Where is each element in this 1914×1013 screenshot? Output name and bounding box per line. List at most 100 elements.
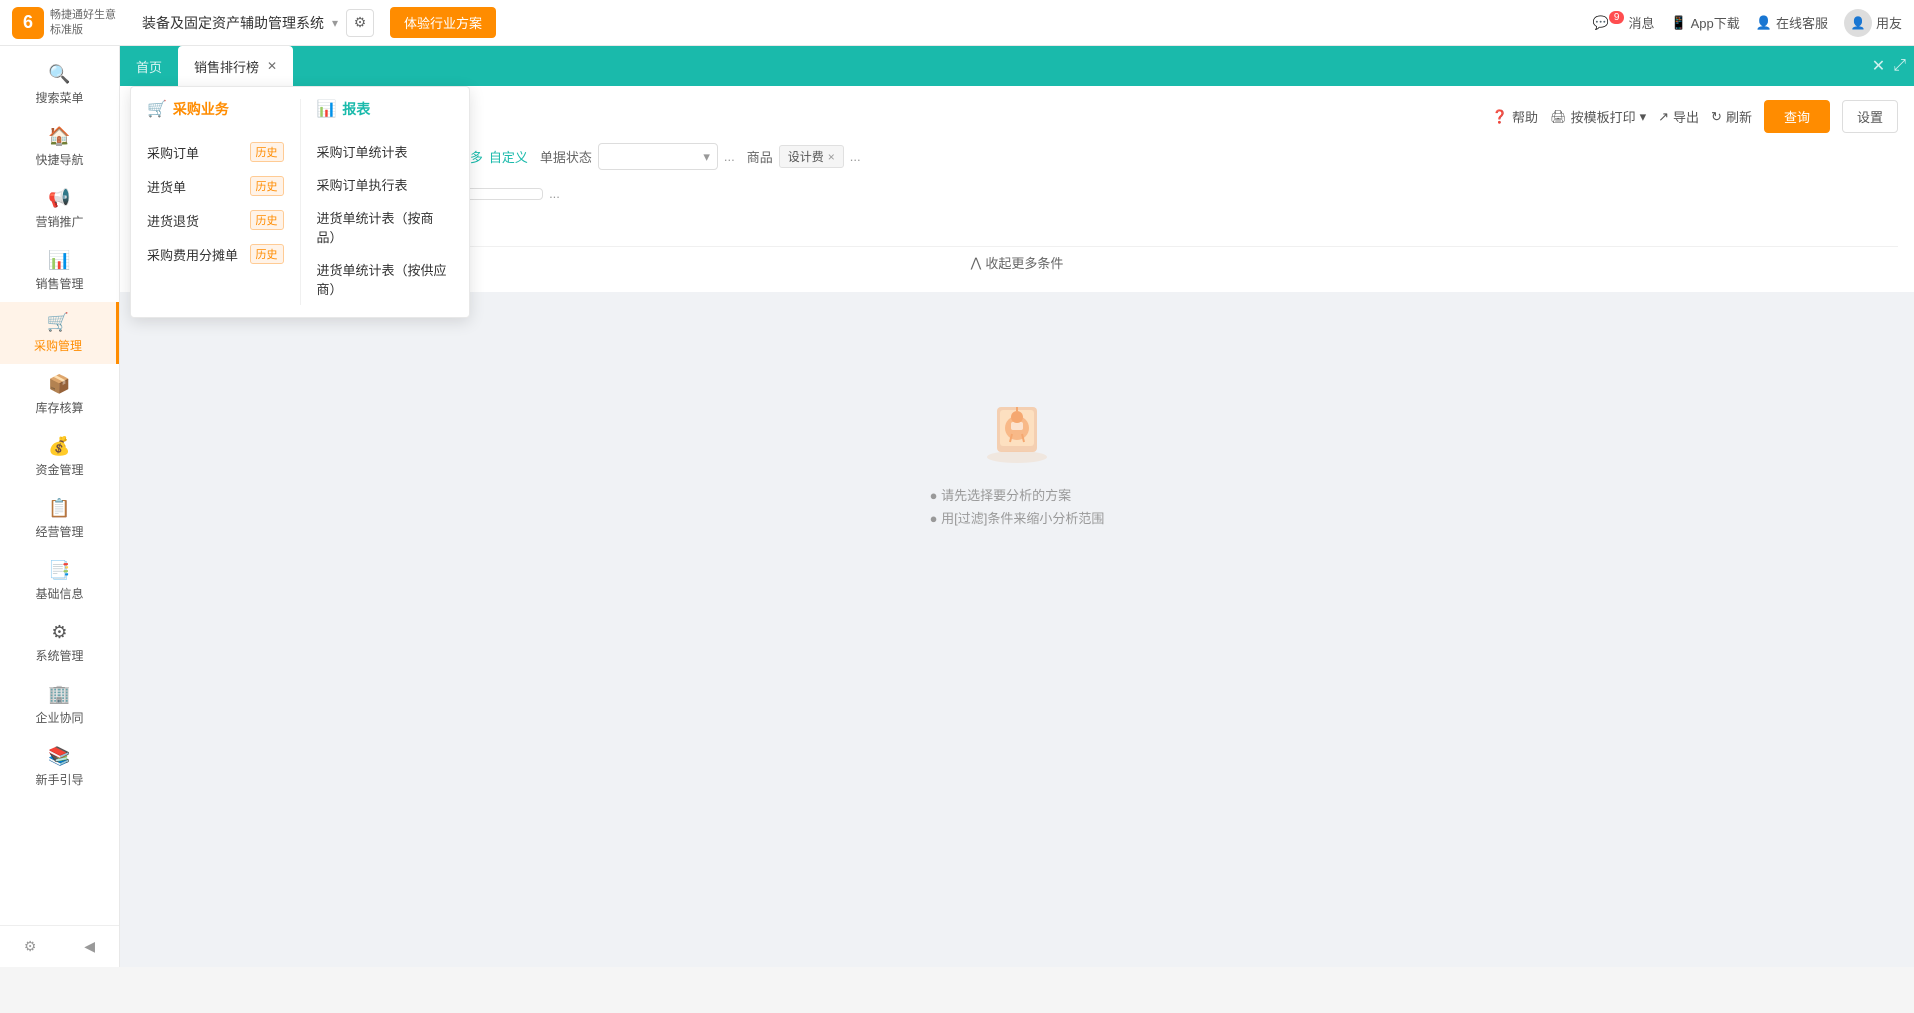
report-col-title: 📊 报表 [317,99,454,125]
sidebar-settings-btn[interactable]: ⚙ [24,938,37,955]
sidebar-label-guide: 新手引导 [35,771,83,788]
logo-icon: 6 [12,7,44,39]
query-btn[interactable]: 查询 [1764,100,1830,133]
sidebar-item-purchase[interactable]: 🛒 采购管理 [0,302,119,364]
sidebar-collapse-btn[interactable]: ◀ [84,938,95,955]
message-btn[interactable]: 💬 9 消息 [1593,13,1655,32]
goods-more[interactable]: ... [850,149,861,164]
inventory-icon: 📦 [48,374,70,395]
date-custom[interactable]: 自定义 [489,147,528,166]
help-btn[interactable]: ❓ 帮助 [1492,107,1538,126]
dropdown-item-purchase-order[interactable]: 采购订单 历史 [147,135,284,169]
tab-bar-right: ✕ ⤢ [1872,56,1914,76]
goods-tag-close[interactable]: × [828,150,835,164]
settings-btn[interactable]: 设置 [1842,100,1898,133]
phone-icon: 📱 [1670,15,1686,31]
dropdown-item-receipt-stat-goods[interactable]: 进货单统计表（按商品） [317,201,454,253]
refresh-btn[interactable]: ↻ 刷新 [1711,107,1752,126]
baseinfo-icon: 📑 [48,560,70,581]
sidebar-item-inventory[interactable]: 📦 库存核算 [0,364,119,426]
sidebar-item-baseinfo[interactable]: 📑 基础信息 [0,550,119,612]
tab-close-btn[interactable]: ✕ [267,59,277,73]
purchase-col-title: 🛒 采购业务 [147,99,284,125]
guide-icon: 📚 [48,746,70,767]
dropdown-item-po-stat[interactable]: 采购订单统计表 [317,135,454,168]
sidebar-label-sales: 销售管理 [35,275,83,292]
user-btn[interactable]: 👤 用友 [1844,9,1902,37]
operations-icon: 📋 [48,498,70,519]
empty-tips: 请先选择要分析的方案 用[过滤]条件来缩小分析范围 [930,484,1105,531]
empty-illustration [967,372,1067,472]
sidebar-item-guide[interactable]: 📚 新手引导 [0,736,119,798]
sidebar-label-quicknav: 快捷导航 [35,151,83,168]
voucher-status-select[interactable] [598,143,718,170]
purchase-col-icon: 🛒 [147,99,167,119]
history-badge-expense: 历史 [250,244,284,264]
logo-text: 畅捷通好生意 标准版 [50,8,116,37]
tab-bar: 首页 销售排行榜 ✕ ✕ ⤢ [120,46,1914,86]
voucher-status-more[interactable]: ... [724,149,735,164]
history-badge-receipt: 历史 [250,176,284,196]
message-icon: 💬 [1593,15,1609,31]
sidebar-label-finance: 资金管理 [35,461,83,478]
user-avatar: 👤 [1844,9,1872,37]
tab-close-all-btn[interactable]: ✕ [1872,56,1885,76]
sidebar-label-baseinfo: 基础信息 [35,585,83,602]
marketing-icon: 📢 [48,188,70,209]
search-icon: 🔍 [48,64,70,85]
tab-sales-rank[interactable]: 销售排行榜 ✕ [178,46,293,86]
dropdown-item-po-exec[interactable]: 采购订单执行表 [317,168,454,201]
collapse-up-icon: ⋀ [971,255,982,271]
sidebar-label-inventory: 库存核算 [35,399,83,416]
purchase-icon: 🛒 [47,312,69,333]
dropdown-item-purchase-expense[interactable]: 采购费用分摊单 历史 [147,237,284,271]
top-header: 6 畅捷通好生意 标准版 装备及固定资产辅助管理系统 ▾ ⚙ 体验行业方案 💬 … [0,0,1914,46]
purchase-col: 🛒 采购业务 采购订单 历史 进货单 历史 进货退货 历史 采购费用分摊单 历史 [131,99,300,305]
tab-home[interactable]: 首页 [120,46,178,86]
report-col: 📊 报表 采购订单统计表 采购订单执行表 进货单统计表（按商品） 进货单统计表（… [300,99,470,305]
tab-expand-btn[interactable]: ⤢ [1893,57,1906,75]
sidebar-label-search: 搜索菜单 [35,89,83,106]
sidebar-item-operations[interactable]: 📋 经营管理 [0,488,119,550]
industry-btn[interactable]: 体验行业方案 [390,7,496,38]
message-label: 消息 [1628,13,1654,32]
print-btn[interactable]: 🖨 按模板打印 ▾ [1550,107,1646,126]
sidebar-label-marketing: 营销推广 [35,213,83,230]
header-settings-btn[interactable]: ⚙ [346,9,374,37]
sidebar-item-sales[interactable]: 📊 销售管理 [0,240,119,302]
voucher-status-filter: 单据状态 ... [540,143,735,170]
help-icon: ❓ [1492,109,1508,125]
dropdown-item-purchase-receipt[interactable]: 进货单 历史 [147,169,284,203]
logo-area: 6 畅捷通好生意 标准版 [12,7,132,39]
home-icon: 🏠 [48,126,70,147]
title-dropdown-arrow[interactable]: ▾ [332,16,338,30]
sidebar-label-purchase: 采购管理 [34,337,82,354]
report-col-icon: 📊 [317,99,337,119]
voucher-status-label: 单据状态 [540,147,592,166]
sidebar-item-search[interactable]: 🔍 搜索菜单 [0,54,119,116]
print-icon: 🖨 [1550,109,1567,125]
print-dropdown-arrow: ▾ [1640,109,1647,125]
sales-icon: 📊 [48,250,70,271]
app-download-btn[interactable]: 📱 App下载 [1670,13,1739,32]
dropdown-item-receipt-stat-supplier[interactable]: 进货单统计表（按供应商） [317,253,454,305]
dropdown-item-purchase-return[interactable]: 进货退货 历史 [147,203,284,237]
sidebar-item-system[interactable]: ⚙ 系统管理 [0,612,119,674]
service-icon: 👤 [1756,15,1772,31]
header-right: 💬 9 消息 📱 App下载 👤 在线客服 👤 用友 [1593,9,1902,37]
sidebar-item-finance[interactable]: 💰 资金管理 [0,426,119,488]
export-btn[interactable]: ↗ 导出 [1658,107,1699,126]
system-icon: ⚙ [51,622,67,643]
sidebar-item-quicknav[interactable]: 🏠 快捷导航 [0,116,119,178]
voucher-status-select-wrapper [598,143,718,170]
export-icon: ↗ [1658,109,1669,125]
online-service-btn[interactable]: 👤 在线客服 [1756,13,1828,32]
sidebar-item-enterprise[interactable]: 🏢 企业协同 [0,674,119,736]
history-badge-return: 历史 [250,210,284,230]
empty-state: 请先选择要分析的方案 用[过滤]条件来缩小分析范围 [120,292,1914,611]
purchase-dropdown-menu: 🛒 采购业务 采购订单 历史 进货单 历史 进货退货 历史 采购费用分摊单 历史 [130,86,470,318]
history-badge-po: 历史 [250,142,284,162]
salesperson-more[interactable]: ... [549,186,560,201]
sidebar-label-enterprise: 企业协同 [35,709,83,726]
sidebar-item-marketing[interactable]: 📢 营销推广 [0,178,119,240]
